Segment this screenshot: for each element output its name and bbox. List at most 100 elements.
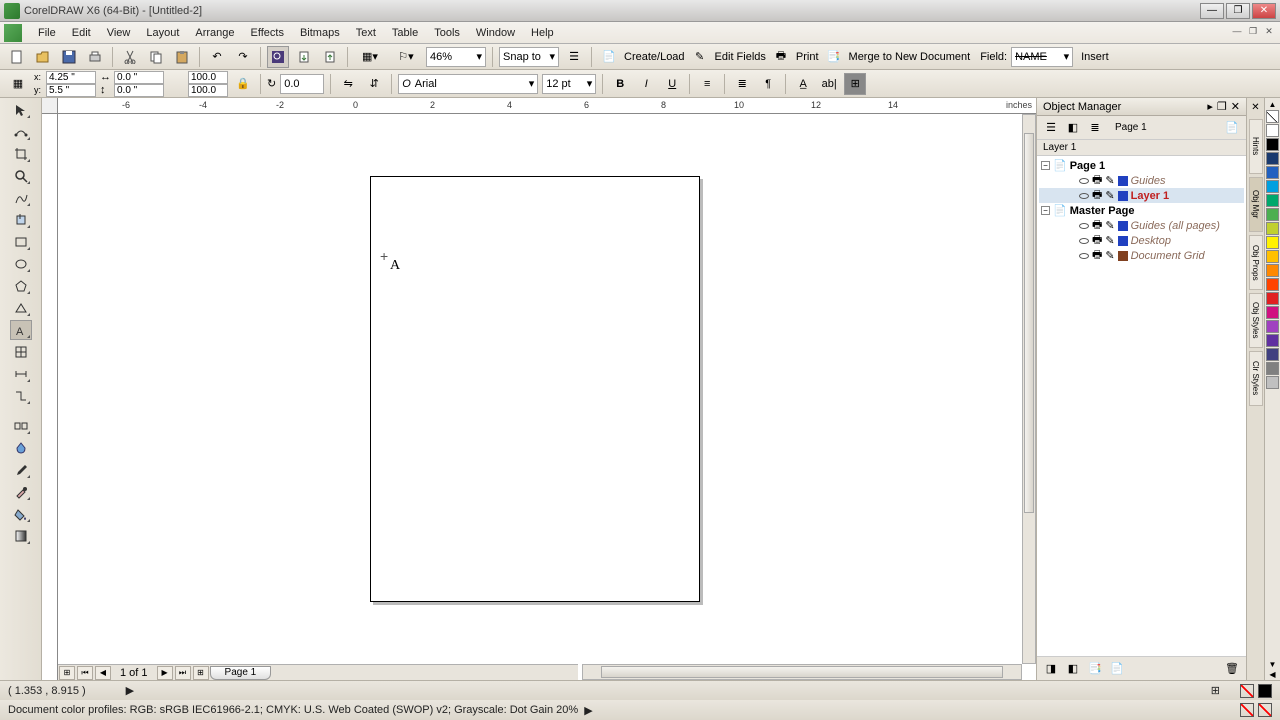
createload-label[interactable]: Create/Load [624, 51, 685, 63]
om-new-layer2-button[interactable]: 📄 [1107, 659, 1127, 679]
color-swatch-14[interactable] [1266, 320, 1279, 333]
page-next-button[interactable]: ▶ [157, 666, 173, 680]
y-coord-input[interactable] [46, 84, 96, 97]
crop-tool[interactable] [10, 144, 32, 164]
width-input[interactable] [114, 71, 164, 84]
print-label[interactable]: Print [796, 51, 819, 63]
minimize-button[interactable]: — [1200, 3, 1224, 19]
text-tool[interactable]: A [10, 320, 32, 340]
ruler-horizontal[interactable]: inches -6 -4 -2 0 2 4 6 8 10 12 14 [42, 98, 1036, 114]
options-button[interactable]: ☰ [563, 46, 585, 68]
om-show-props-button[interactable]: ☰ [1041, 118, 1061, 138]
zoom-level-dropdown[interactable]: 46%▾ [426, 47, 486, 67]
merge-print-icon[interactable]: 🖶 [770, 46, 792, 68]
tree-docgrid[interactable]: Document Grid [1131, 250, 1205, 262]
ellipse-tool[interactable] [10, 254, 32, 274]
docker-expand-button[interactable]: ❐ [1217, 100, 1227, 113]
color-swatch-5[interactable] [1266, 194, 1279, 207]
expand-page1[interactable]: − [1041, 161, 1050, 170]
char-format-button[interactable]: A̲ [792, 73, 814, 95]
mirror-h-button[interactable]: ⇋ [337, 73, 359, 95]
outline-indicator[interactable] [1258, 684, 1272, 698]
interactive-fill-tool[interactable] [10, 526, 32, 546]
color-docgrid[interactable] [1118, 251, 1128, 261]
grid-origin-button[interactable]: ▦ [6, 72, 30, 96]
color-swatch-18[interactable] [1266, 376, 1279, 389]
app-launcher-button[interactable]: ▦▾ [354, 46, 386, 68]
vtab-obj-props[interactable]: Obj Props [1249, 235, 1263, 290]
lock-ratio-button[interactable]: 🔒 [232, 73, 254, 95]
welcome-button[interactable]: ⚐▾ [390, 46, 422, 68]
save-button[interactable] [58, 46, 80, 68]
tree-master[interactable]: Master Page [1070, 205, 1135, 217]
connector-tool[interactable] [10, 386, 32, 406]
table-tool[interactable] [10, 342, 32, 362]
mirror-v-button[interactable]: ⇵ [363, 73, 385, 95]
merge-icon[interactable]: 📑 [823, 46, 845, 68]
open-button[interactable] [32, 46, 54, 68]
color-swatch-10[interactable] [1266, 264, 1279, 277]
vtab-obj-manager[interactable]: Obj Mgr [1249, 177, 1263, 232]
visibility-guides[interactable] [1079, 178, 1089, 184]
no-color-swatch[interactable] [1266, 110, 1279, 123]
page-tab-1[interactable]: Page 1 [210, 666, 272, 680]
zoom-tool[interactable] [10, 166, 32, 186]
visibility-docgrid[interactable] [1079, 253, 1089, 259]
color-desktop[interactable] [1118, 236, 1128, 246]
dimension-tool[interactable] [10, 364, 32, 384]
color-swatch-3[interactable] [1266, 166, 1279, 179]
editable-layer1-icon[interactable]: ✎ [1105, 189, 1114, 202]
scrollbar-horizontal[interactable] [582, 664, 1022, 680]
page-first-button[interactable]: ⏮ [77, 666, 93, 680]
edit-text-button[interactable]: ab| [818, 73, 840, 95]
color-swatch-15[interactable] [1266, 334, 1279, 347]
color-swatch-12[interactable] [1266, 292, 1279, 305]
page-prev-button[interactable]: ◀ [95, 666, 111, 680]
outline-tool[interactable] [10, 482, 32, 502]
new-button[interactable] [6, 46, 28, 68]
visibility-guides-all[interactable] [1079, 223, 1089, 229]
height-input[interactable] [114, 84, 164, 97]
freehand-tool[interactable] [10, 188, 32, 208]
export-button[interactable] [319, 46, 341, 68]
color-swatch-9[interactable] [1266, 250, 1279, 263]
menu-window[interactable]: Window [468, 25, 523, 41]
merge-label[interactable]: Merge to New Document [849, 51, 971, 63]
dropcap-button[interactable]: ¶ [757, 73, 779, 95]
tree-guides-all[interactable]: Guides (all pages) [1131, 220, 1220, 232]
vtab-hints[interactable]: Hints [1249, 119, 1263, 174]
color-guides[interactable] [1118, 176, 1128, 186]
undo-button[interactable]: ↶ [206, 46, 228, 68]
outline-indicator-2[interactable] [1258, 703, 1272, 717]
scale-y-input[interactable] [188, 84, 228, 97]
color-swatch-0[interactable] [1266, 124, 1279, 137]
editable-desktop-icon[interactable]: ✎ [1105, 234, 1114, 247]
color-swatch-6[interactable] [1266, 208, 1279, 221]
color-swatch-1[interactable] [1266, 138, 1279, 151]
printable-layer1-icon[interactable]: 🖶 [1092, 186, 1102, 205]
expand-master[interactable]: − [1041, 206, 1050, 215]
docker-pin-button[interactable]: ✕ [1249, 102, 1263, 116]
tree-guides[interactable]: Guides [1131, 175, 1166, 187]
om-btn1[interactable]: ◨ [1041, 659, 1061, 679]
search-content-button[interactable] [267, 46, 289, 68]
doc-minimize-button[interactable]: — [1230, 26, 1244, 40]
corel-icon[interactable] [4, 24, 22, 42]
print-button[interactable] [84, 46, 106, 68]
color-swatch-4[interactable] [1266, 180, 1279, 193]
insert-label[interactable]: Insert [1081, 51, 1109, 63]
om-new-layer-button[interactable]: 📄 [1222, 118, 1242, 138]
bold-button[interactable]: B [609, 73, 631, 95]
bullets-button[interactable]: ≣ [731, 73, 753, 95]
editable-guidesall-icon[interactable]: ✎ [1105, 219, 1114, 232]
layer-tree[interactable]: − 📄 Page 1 🖶 ✎ Guides 🖶 ✎ Layer 1 − 📄 [1037, 156, 1246, 656]
cut-button[interactable] [119, 46, 141, 68]
doc-close-button[interactable]: ✕ [1262, 26, 1276, 40]
palette-up-button[interactable]: ▲ [1267, 100, 1279, 110]
tree-layer1[interactable]: Layer 1 [1131, 190, 1170, 202]
redo-button[interactable]: ↷ [232, 46, 254, 68]
menu-edit[interactable]: Edit [64, 25, 99, 41]
status-next-icon[interactable]: ▶ [126, 684, 134, 697]
page-add-button[interactable]: ⊞ [59, 666, 75, 680]
color-swatch-11[interactable] [1266, 278, 1279, 291]
